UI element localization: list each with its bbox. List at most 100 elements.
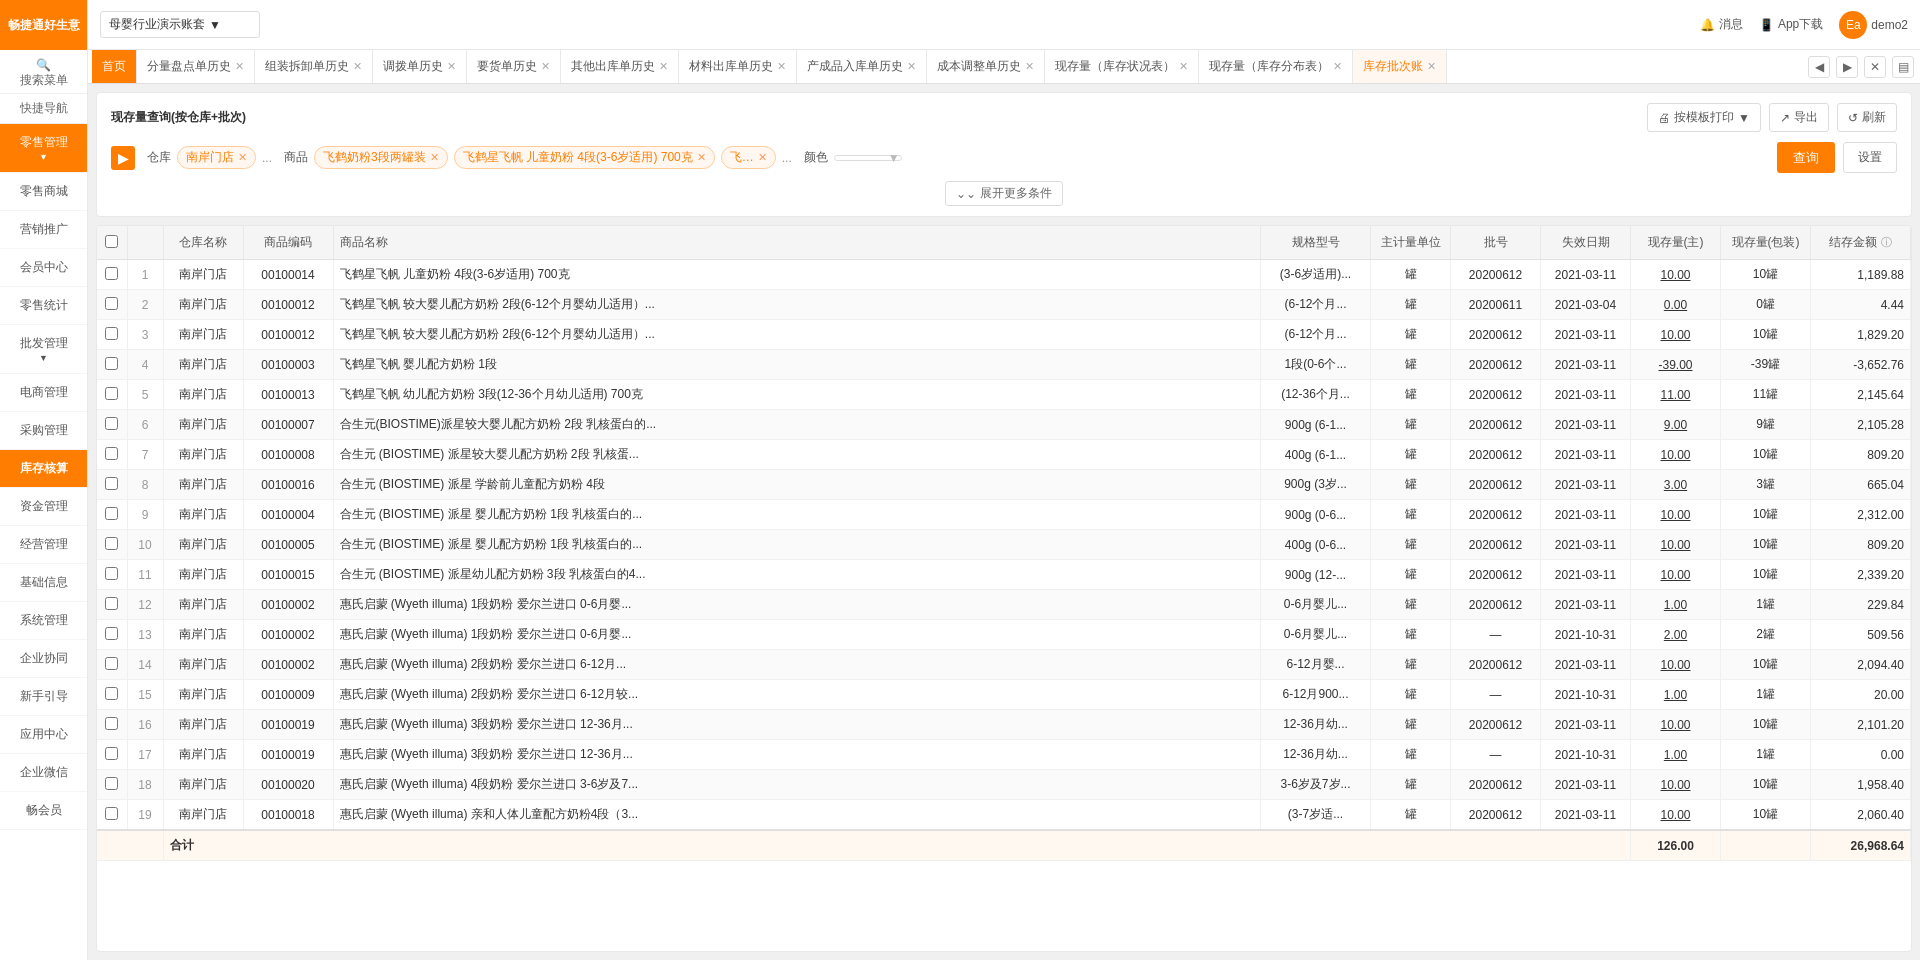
tab-close-icon[interactable]: ✕ [1427, 60, 1436, 73]
tab-home[interactable]: 首页 [92, 50, 137, 84]
sidebar-item-member2[interactable]: 畅会员 [0, 792, 87, 830]
row-qty-main[interactable]: 2.00 [1631, 620, 1721, 650]
row-qty-main[interactable]: 9.00 [1631, 410, 1721, 440]
product-filter-tag1[interactable]: 飞鹤奶粉3段两罐装 ✕ [314, 146, 448, 169]
row-qty-main[interactable]: 0.00 [1631, 290, 1721, 320]
row-checkbox[interactable] [105, 537, 118, 550]
product-tag3-remove[interactable]: ✕ [758, 151, 767, 164]
sidebar-quick-nav[interactable]: 快捷导航 [0, 94, 87, 124]
row-checkbox[interactable] [105, 417, 118, 430]
print-button[interactable]: 🖨 按模板打印 ▼ [1647, 103, 1761, 132]
row-qty-main[interactable]: 10.00 [1631, 500, 1721, 530]
tab-close-icon[interactable]: ✕ [1025, 60, 1034, 73]
tab-close-icon[interactable]: ✕ [1333, 60, 1342, 73]
sidebar-item-guide[interactable]: 新手引导 [0, 678, 87, 716]
sidebar-item-corp-wechat[interactable]: 企业微信 [0, 754, 87, 792]
row-qty-main[interactable]: 10.00 [1631, 770, 1721, 800]
sidebar-item-purchase[interactable]: 采购管理 [0, 412, 87, 450]
row-qty-main[interactable]: 10.00 [1631, 800, 1721, 831]
tab-close-icon[interactable]: ✕ [907, 60, 916, 73]
sidebar-search[interactable]: 🔍 搜索菜单 [0, 50, 87, 94]
row-checkbox[interactable] [105, 507, 118, 520]
export-button[interactable]: ↗ 导出 [1769, 103, 1829, 132]
tab-close-icon[interactable]: ✕ [777, 60, 786, 73]
row-checkbox[interactable] [105, 327, 118, 340]
query-button[interactable]: 查询 [1777, 142, 1835, 173]
sidebar-item-retail-stats[interactable]: 零售统计 [0, 287, 87, 325]
sidebar-item-member[interactable]: 会员中心 [0, 249, 87, 287]
refresh-button[interactable]: ↺ 刷新 [1837, 103, 1897, 132]
tab-menu-button[interactable]: ▤ [1892, 56, 1914, 78]
tab-ask-goods-hist[interactable]: 要货单历史 ✕ [467, 50, 561, 84]
row-checkbox[interactable] [105, 567, 118, 580]
sidebar-item-marketing[interactable]: 营销推广 [0, 211, 87, 249]
tab-close-icon[interactable]: ✕ [541, 60, 550, 73]
tab-query-hist[interactable]: 调拨单历史 ✕ [373, 50, 467, 84]
tab-prev-button[interactable]: ◀ [1808, 56, 1830, 78]
tab-cost-adjust-hist[interactable]: 成本调整单历史 ✕ [927, 50, 1045, 84]
row-checkbox[interactable] [105, 777, 118, 790]
row-qty-main[interactable]: 10.00 [1631, 650, 1721, 680]
tab-close-all-button[interactable]: ✕ [1864, 56, 1886, 78]
sidebar-item-enterprise[interactable]: 企业协同 [0, 640, 87, 678]
tab-split-stock-hist[interactable]: 分量盘点单历史 ✕ [137, 50, 255, 84]
row-checkbox[interactable] [105, 387, 118, 400]
row-checkbox[interactable] [105, 267, 118, 280]
row-qty-main[interactable]: 10.00 [1631, 560, 1721, 590]
row-qty-main[interactable]: 1.00 [1631, 590, 1721, 620]
tab-batch-query[interactable]: 库存批次账 ✕ [1353, 50, 1447, 84]
row-checkbox[interactable] [105, 297, 118, 310]
row-qty-main[interactable]: 11.00 [1631, 380, 1721, 410]
balance-info-icon[interactable]: ⓘ [1881, 236, 1892, 248]
expand-more-button[interactable]: ⌄⌄ 展开更多条件 [945, 181, 1063, 206]
tab-close-icon[interactable]: ✕ [235, 60, 244, 73]
user-profile[interactable]: Ea demo2 [1839, 11, 1908, 39]
tab-product-inbound-hist[interactable]: 产成品入库单历史 ✕ [797, 50, 927, 84]
row-checkbox[interactable] [105, 357, 118, 370]
row-qty-main[interactable]: 1.00 [1631, 680, 1721, 710]
tab-stock-status[interactable]: 现存量（库存状况表） ✕ [1045, 50, 1199, 84]
row-checkbox[interactable] [105, 627, 118, 640]
row-qty-main[interactable]: -39.00 [1631, 350, 1721, 380]
row-checkbox[interactable] [105, 657, 118, 670]
row-checkbox[interactable] [105, 597, 118, 610]
app-download-button[interactable]: 📱 App下载 [1759, 16, 1823, 33]
product-filter-tag2[interactable]: 飞鹤星飞帆 儿童奶粉 4段(3-6岁适用) 700克 ✕ [454, 146, 715, 169]
tab-close-icon[interactable]: ✕ [353, 60, 362, 73]
tab-stock-dist[interactable]: 现存量（库存分布表） ✕ [1199, 50, 1353, 84]
warehouse-filter-more[interactable]: ... [262, 151, 272, 165]
row-qty-main[interactable]: 10.00 [1631, 530, 1721, 560]
row-qty-main[interactable]: 10.00 [1631, 710, 1721, 740]
sidebar-item-retail-shop[interactable]: 零售商城 [0, 173, 87, 211]
row-checkbox[interactable] [105, 747, 118, 760]
row-checkbox[interactable] [105, 447, 118, 460]
warehouse-filter-tag[interactable]: 南岸门店 ✕ [177, 146, 256, 169]
tab-disassemble-hist[interactable]: 组装拆卸单历史 ✕ [255, 50, 373, 84]
filter-expand-toggle[interactable]: ▶ [111, 146, 135, 170]
sidebar-item-operations[interactable]: 经营管理 [0, 526, 87, 564]
tab-close-icon[interactable]: ✕ [659, 60, 668, 73]
tab-material-outbound-hist[interactable]: 材料出库单历史 ✕ [679, 50, 797, 84]
row-checkbox[interactable] [105, 717, 118, 730]
row-checkbox[interactable] [105, 687, 118, 700]
row-qty-main[interactable]: 10.00 [1631, 260, 1721, 290]
account-selector[interactable]: 母婴行业演示账套 ▼ [100, 11, 260, 38]
warehouse-filter-remove[interactable]: ✕ [238, 151, 247, 164]
sidebar-item-app-center[interactable]: 应用中心 [0, 716, 87, 754]
tab-next-button[interactable]: ▶ [1836, 56, 1858, 78]
sidebar-item-sys[interactable]: 系统管理 [0, 602, 87, 640]
table-scroll-container[interactable]: 仓库名称 商品编码 商品名称 规格型号 主计量单位 批号 失效日期 现存量(主)… [97, 226, 1911, 951]
row-qty-main[interactable]: 10.00 [1631, 440, 1721, 470]
row-qty-main[interactable]: 3.00 [1631, 470, 1721, 500]
select-all-checkbox[interactable] [105, 235, 118, 248]
row-checkbox[interactable] [105, 477, 118, 490]
sidebar-item-basic[interactable]: 基础信息 [0, 564, 87, 602]
tab-other-outbound-hist[interactable]: 其他出库单历史 ✕ [561, 50, 679, 84]
product-tag1-remove[interactable]: ✕ [430, 151, 439, 164]
tab-close-icon[interactable]: ✕ [447, 60, 456, 73]
sidebar-item-finance[interactable]: 资金管理 [0, 488, 87, 526]
sidebar-item-wholesale[interactable]: 批发管理 ▼ [0, 325, 87, 374]
tab-close-icon[interactable]: ✕ [1179, 60, 1188, 73]
product-filter-tag3[interactable]: 飞… ✕ [721, 146, 776, 169]
product-tag2-remove[interactable]: ✕ [697, 151, 706, 164]
